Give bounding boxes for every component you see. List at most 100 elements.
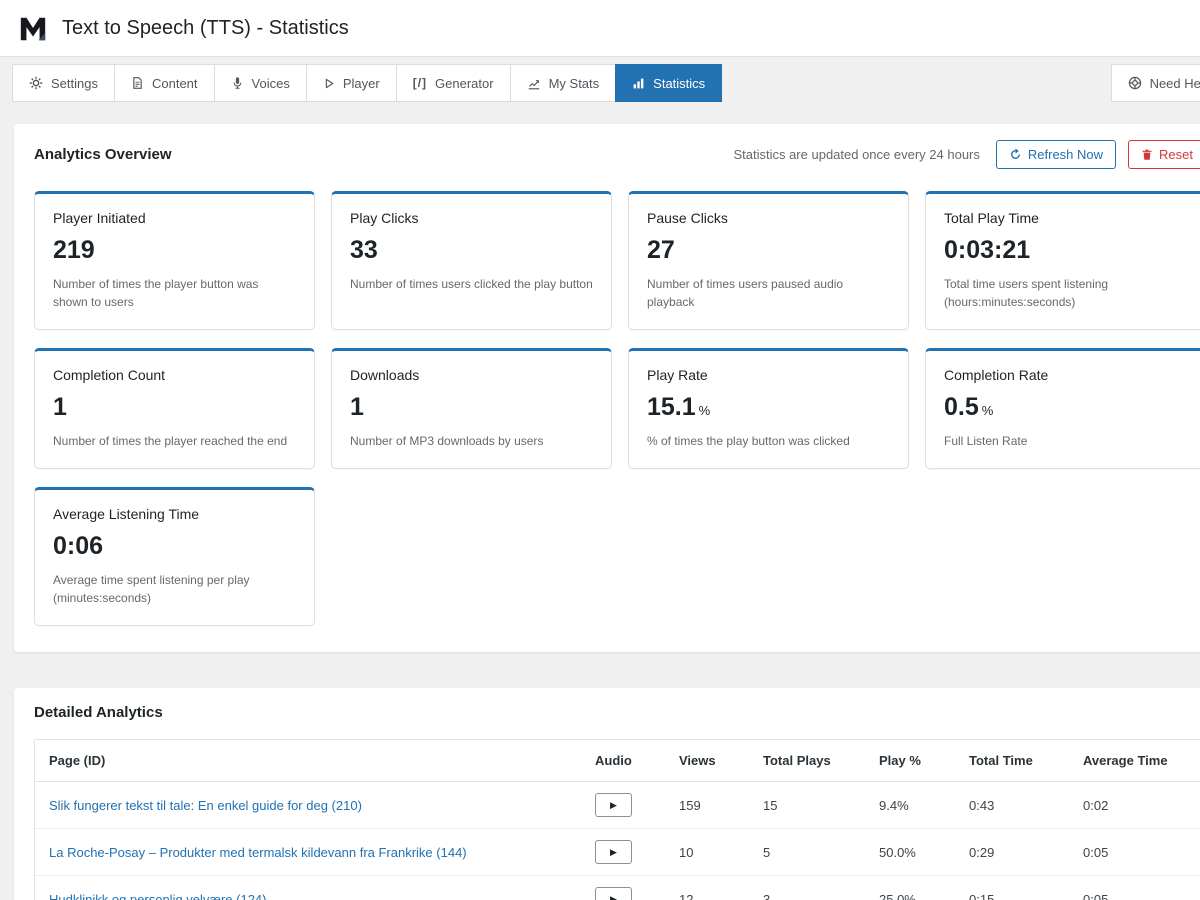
column-header-total-time: Total Time [955, 740, 1069, 782]
help-lifebuoy-icon [1128, 76, 1142, 90]
audio-play-button[interactable]: ▶ [595, 793, 632, 817]
stat-card-downloads: Downloads 1 Number of MP3 downloads by u… [331, 348, 612, 469]
stat-card-pause-clicks: Pause Clicks 27 Number of times users pa… [628, 191, 909, 330]
tab-player[interactable]: Player [305, 64, 397, 102]
total-plays-cell: 3 [749, 875, 865, 900]
top-header: Text to Speech (TTS) - Statistics [0, 0, 1200, 56]
analytics-table: Page (ID) Audio Views Total Plays Play %… [35, 740, 1200, 900]
microphone-icon [231, 76, 244, 90]
gear-icon [29, 76, 43, 90]
analytics-table-wrap: Page (ID) Audio Views Total Plays Play %… [34, 739, 1200, 900]
analytics-overview-panel: Analytics Overview Statistics are update… [14, 124, 1200, 652]
tab-my-stats[interactable]: My Stats [509, 64, 617, 102]
tab-generator[interactable]: [/] Generator [395, 64, 511, 102]
column-header-page: Page (ID) [35, 740, 581, 782]
views-cell: 159 [665, 781, 749, 829]
refresh-now-button[interactable]: Refresh Now [995, 140, 1117, 169]
total-plays-cell: 5 [749, 828, 865, 876]
stat-card-title: Play Rate [647, 367, 708, 383]
average-time-cell: 0:05 [1069, 828, 1200, 876]
total-time-cell: 0:15 [955, 875, 1069, 900]
stat-card-value: 0.5 [944, 393, 979, 421]
tab-label: Need Help [1149, 75, 1200, 91]
tab-label: Generator [435, 75, 494, 91]
table-row: Hudklinikk og personlig velvære (124) ▶ … [35, 875, 1200, 900]
analytics-overview-actions: Statistics are updated once every 24 hou… [733, 140, 1200, 169]
stat-card-value: 1 [350, 393, 364, 421]
stat-card-title: Downloads [350, 367, 420, 383]
stat-card-player-initiated: Player Initiated 219 Number of times the… [34, 191, 315, 330]
update-note: Statistics are updated once every 24 hou… [733, 147, 980, 162]
detailed-analytics-header: Detailed Analytics [14, 688, 1200, 737]
stat-card-title: Player Initiated [53, 210, 146, 226]
column-header-views: Views [665, 740, 749, 782]
views-cell: 12 [665, 875, 749, 900]
tab-content[interactable]: Content [113, 64, 215, 102]
stat-card-description: Number of times the player button was sh… [53, 277, 259, 309]
tab-need-help[interactable]: Need Help [1110, 64, 1200, 102]
stat-card-suffix: % [981, 403, 994, 418]
audio-play-button[interactable]: ▶ [595, 840, 632, 864]
refresh-icon [1009, 148, 1022, 161]
tab-bar: Settings Content Voices Player [/] Gener… [12, 64, 1200, 102]
tab-statistics[interactable]: Statistics [615, 64, 723, 102]
table-row: La Roche-Posay – Produkter med termalsk … [35, 828, 1200, 876]
column-header-average-time: Average Time [1069, 740, 1200, 782]
play-pct-cell: 50.0% [865, 828, 955, 876]
stat-card-value: 15.1 [647, 393, 696, 421]
stat-card-value: 0:06 [53, 532, 104, 560]
play-triangle-icon: ▶ [610, 893, 617, 900]
stat-card-description: Number of times the player reached the e… [53, 434, 288, 448]
page-link[interactable]: Slik fungerer tekst til tale: En enkel g… [49, 798, 362, 813]
stat-card-title: Completion Rate [944, 367, 1049, 383]
stat-card-description: Number of MP3 downloads by users [350, 434, 544, 448]
stat-card-value: 33 [350, 236, 378, 264]
stat-card-play-clicks: Play Clicks 33 Number of times users cli… [331, 191, 612, 330]
stat-card-value: 219 [53, 236, 95, 264]
total-time-cell: 0:29 [955, 828, 1069, 876]
play-icon [323, 77, 335, 90]
detailed-analytics-title: Detailed Analytics [34, 704, 163, 721]
reset-button[interactable]: Reset [1128, 140, 1200, 169]
stat-card-description: % of times the play button was clicked [647, 434, 850, 448]
stat-card-description: Total time users spent listening (hours:… [944, 277, 1109, 309]
table-header-row: Page (ID) Audio Views Total Plays Play %… [35, 740, 1200, 782]
page: Text to Speech (TTS) - Statistics Settin… [0, 0, 1200, 900]
stat-card-description: Average time spent listening per play (m… [53, 573, 250, 605]
stat-card-completion-count: Completion Count 1 Number of times the p… [34, 348, 315, 469]
analytics-overview-title: Analytics Overview [34, 146, 172, 163]
column-header-audio: Audio [581, 740, 665, 782]
audio-play-button[interactable]: ▶ [595, 887, 632, 900]
page-link[interactable]: La Roche-Posay – Produkter med termalsk … [49, 845, 467, 860]
average-time-cell: 0:05 [1069, 875, 1200, 900]
stat-card-value: 27 [647, 236, 675, 264]
total-plays-cell: 15 [749, 781, 865, 829]
total-time-cell: 0:43 [955, 781, 1069, 829]
column-header-play-pct: Play % [865, 740, 955, 782]
stat-card-value: 1 [53, 393, 67, 421]
stat-card-value: 0:03:21 [944, 236, 1031, 264]
page-link[interactable]: Hudklinikk og personlig velvære (124) [49, 892, 267, 900]
stat-card-total-play-time: Total Play Time 0:03:21 Total time users… [925, 191, 1200, 330]
stat-card-completion-rate: Completion Rate 0.5 % Full Listen Rate [925, 348, 1200, 469]
play-pct-cell: 9.4% [865, 781, 955, 829]
tab-label: Player [342, 75, 380, 91]
play-triangle-icon: ▶ [610, 846, 617, 857]
refresh-now-label: Refresh Now [1027, 147, 1104, 162]
tab-voices[interactable]: Voices [213, 64, 307, 102]
stat-cards-grid: Player Initiated 219 Number of times the… [14, 185, 1200, 652]
trash-icon [1141, 148, 1153, 161]
page-title: Text to Speech (TTS) - Statistics [62, 16, 349, 39]
stat-card-description: Number of times users paused audio playb… [647, 277, 844, 309]
stat-card-play-rate: Play Rate 15.1 % % of times the play but… [628, 348, 909, 469]
detailed-analytics-panel: Detailed Analytics Page (ID) Audio Views… [14, 688, 1200, 900]
stat-card-title: Average Listening Time [53, 506, 200, 522]
play-triangle-icon: ▶ [610, 799, 617, 810]
stat-card-suffix: % [698, 403, 711, 418]
column-header-total-plays: Total Plays [749, 740, 865, 782]
stat-card-title: Pause Clicks [647, 210, 728, 226]
stat-card-description: Full Listen Rate [944, 434, 1028, 448]
tab-settings[interactable]: Settings [12, 64, 115, 102]
tab-label: Statistics [653, 75, 706, 91]
table-row: Slik fungerer tekst til tale: En enkel g… [35, 781, 1200, 829]
